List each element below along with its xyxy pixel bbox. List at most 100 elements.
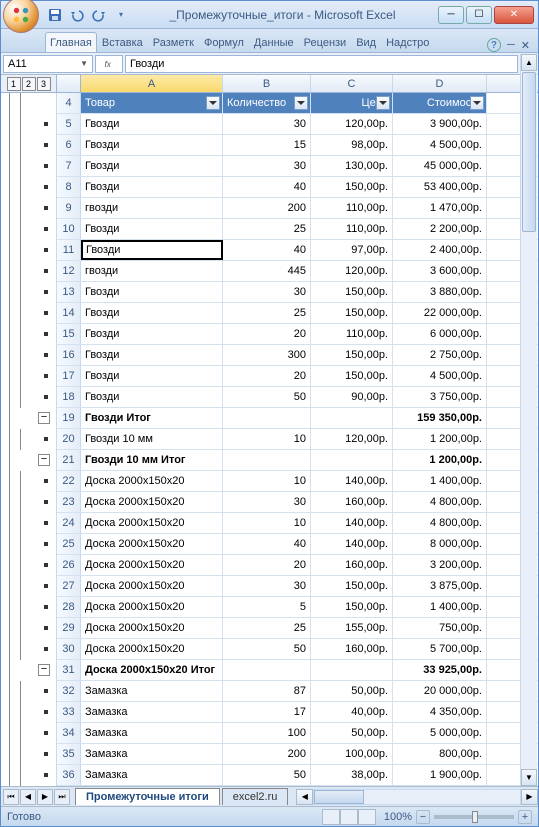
cell[interactable]: Доска 2000х150х20 bbox=[81, 555, 223, 575]
cell[interactable]: 4 350,00р. bbox=[393, 702, 487, 722]
cell[interactable]: 750,00р. bbox=[393, 618, 487, 638]
cell[interactable]: Гвозди 10 мм Итог bbox=[81, 450, 223, 470]
cell[interactable]: 17 bbox=[223, 702, 311, 722]
cell[interactable]: 10 bbox=[223, 429, 311, 449]
cell[interactable]: 110,00р. bbox=[311, 219, 393, 239]
row-header[interactable]: 22 bbox=[57, 471, 81, 491]
cell[interactable]: 150,00р. bbox=[311, 282, 393, 302]
cell[interactable]: 50 bbox=[223, 765, 311, 785]
cell[interactable]: 50 bbox=[223, 639, 311, 659]
cell[interactable]: 120,00р. bbox=[311, 114, 393, 134]
cell[interactable]: 140,00р. bbox=[311, 471, 393, 491]
row-header[interactable]: 17 bbox=[57, 366, 81, 386]
cell[interactable] bbox=[311, 408, 393, 428]
row-header[interactable]: 13 bbox=[57, 282, 81, 302]
tab-nav-next-icon[interactable]: ▶ bbox=[37, 789, 53, 805]
cell[interactable] bbox=[223, 408, 311, 428]
header-стоимость[interactable]: Стоимость bbox=[393, 93, 487, 113]
row-header[interactable]: 27 bbox=[57, 576, 81, 596]
cell[interactable]: 5 700,00р. bbox=[393, 639, 487, 659]
cell[interactable]: 3 875,00р. bbox=[393, 576, 487, 596]
cell[interactable]: 4 500,00р. bbox=[393, 135, 487, 155]
cell[interactable]: гвозди bbox=[81, 198, 223, 218]
column-header-b[interactable]: B bbox=[223, 75, 311, 92]
cell[interactable]: 40 bbox=[223, 534, 311, 554]
cell[interactable]: 120,00р. bbox=[311, 261, 393, 281]
cell[interactable]: 3 900,00р. bbox=[393, 114, 487, 134]
row-header[interactable]: 14 bbox=[57, 303, 81, 323]
scroll-down-button[interactable]: ▼ bbox=[521, 769, 537, 786]
filter-button-icon[interactable] bbox=[376, 96, 390, 110]
cell[interactable]: 160,00р. bbox=[311, 555, 393, 575]
cell[interactable]: Гвозди bbox=[81, 240, 223, 260]
cell[interactable]: Гвозди bbox=[81, 156, 223, 176]
row-header[interactable]: 18 bbox=[57, 387, 81, 407]
row-header[interactable]: 6 bbox=[57, 135, 81, 155]
tab-home[interactable]: Главная bbox=[45, 32, 97, 52]
minimize-ribbon-icon[interactable]: ─ bbox=[507, 39, 515, 51]
cell[interactable]: Доска 2000х150х20 Итог bbox=[81, 660, 223, 680]
cell[interactable]: 150,00р. bbox=[311, 177, 393, 197]
hscroll-thumb[interactable] bbox=[314, 790, 364, 804]
cell[interactable]: Гвозди bbox=[81, 135, 223, 155]
undo-icon[interactable] bbox=[69, 7, 85, 23]
row-header[interactable]: 19 bbox=[57, 408, 81, 428]
cell[interactable]: гвозди bbox=[81, 261, 223, 281]
cell[interactable]: 130,00р. bbox=[311, 156, 393, 176]
cell[interactable]: Гвозди bbox=[81, 303, 223, 323]
cell[interactable]: 50,00р. bbox=[311, 723, 393, 743]
cell[interactable]: 200 bbox=[223, 198, 311, 218]
cell[interactable]: Доска 2000х150х20 bbox=[81, 471, 223, 491]
cell[interactable]: 150,00р. bbox=[311, 345, 393, 365]
row-header[interactable]: 23 bbox=[57, 492, 81, 512]
help-icon[interactable]: ? bbox=[487, 38, 501, 52]
zoom-in-button[interactable]: + bbox=[518, 810, 532, 824]
cell[interactable]: Доска 2000х150х20 bbox=[81, 492, 223, 512]
minimize-button[interactable]: ─ bbox=[438, 6, 464, 24]
filter-button-icon[interactable] bbox=[206, 96, 220, 110]
column-header-a[interactable]: A bbox=[81, 75, 223, 92]
row-header[interactable]: 36 bbox=[57, 765, 81, 785]
qat-dropdown-icon[interactable]: ▾ bbox=[113, 7, 129, 23]
zoom-out-button[interactable]: − bbox=[416, 810, 430, 824]
cell[interactable]: 5 000,00р. bbox=[393, 723, 487, 743]
cell[interactable]: Гвозди bbox=[81, 219, 223, 239]
cell[interactable]: 50,00р. bbox=[311, 681, 393, 701]
cell[interactable]: 30 bbox=[223, 282, 311, 302]
hscroll-track[interactable] bbox=[313, 789, 521, 805]
tab-nav-prev-icon[interactable]: ◀ bbox=[20, 789, 36, 805]
cell[interactable]: 30 bbox=[223, 156, 311, 176]
tab-nav-first-icon[interactable]: ⏮ bbox=[3, 789, 19, 805]
cell[interactable]: Гвозди bbox=[81, 282, 223, 302]
cell[interactable]: 1 470,00р. bbox=[393, 198, 487, 218]
scroll-thumb[interactable] bbox=[522, 72, 536, 232]
cell[interactable]: 10 bbox=[223, 513, 311, 533]
cell[interactable]: 97,00р. bbox=[311, 240, 393, 260]
select-all-cell[interactable] bbox=[57, 75, 81, 92]
row-header[interactable]: 35 bbox=[57, 744, 81, 764]
row-header[interactable]: 20 bbox=[57, 429, 81, 449]
view-layout-icon[interactable] bbox=[340, 809, 358, 825]
cell[interactable] bbox=[311, 660, 393, 680]
save-icon[interactable] bbox=[47, 7, 63, 23]
cell[interactable]: 90,00р. bbox=[311, 387, 393, 407]
scroll-right-button[interactable]: ▶ bbox=[521, 789, 538, 805]
cell[interactable]: 3 880,00р. bbox=[393, 282, 487, 302]
row-header[interactable]: 10 bbox=[57, 219, 81, 239]
cell[interactable]: 1 200,00р. bbox=[393, 429, 487, 449]
cell[interactable]: 120,00р. bbox=[311, 429, 393, 449]
horizontal-scrollbar[interactable]: ◀ ▶ bbox=[296, 789, 538, 805]
cell[interactable]: 10 bbox=[223, 471, 311, 491]
cell[interactable]: 140,00р. bbox=[311, 513, 393, 533]
cell[interactable]: 150,00р. bbox=[311, 576, 393, 596]
outline-level-3[interactable]: 3 bbox=[37, 77, 51, 91]
cell[interactable]: 155,00р. bbox=[311, 618, 393, 638]
row-header[interactable]: 11 bbox=[57, 240, 81, 260]
scroll-left-button[interactable]: ◀ bbox=[296, 789, 313, 805]
filter-button-icon[interactable] bbox=[294, 96, 308, 110]
cell[interactable]: 2 750,00р. bbox=[393, 345, 487, 365]
maximize-button[interactable]: ☐ bbox=[466, 6, 492, 24]
row-header[interactable]: 31 bbox=[57, 660, 81, 680]
cell[interactable]: Замазка bbox=[81, 723, 223, 743]
zoom-slider[interactable] bbox=[434, 815, 514, 819]
